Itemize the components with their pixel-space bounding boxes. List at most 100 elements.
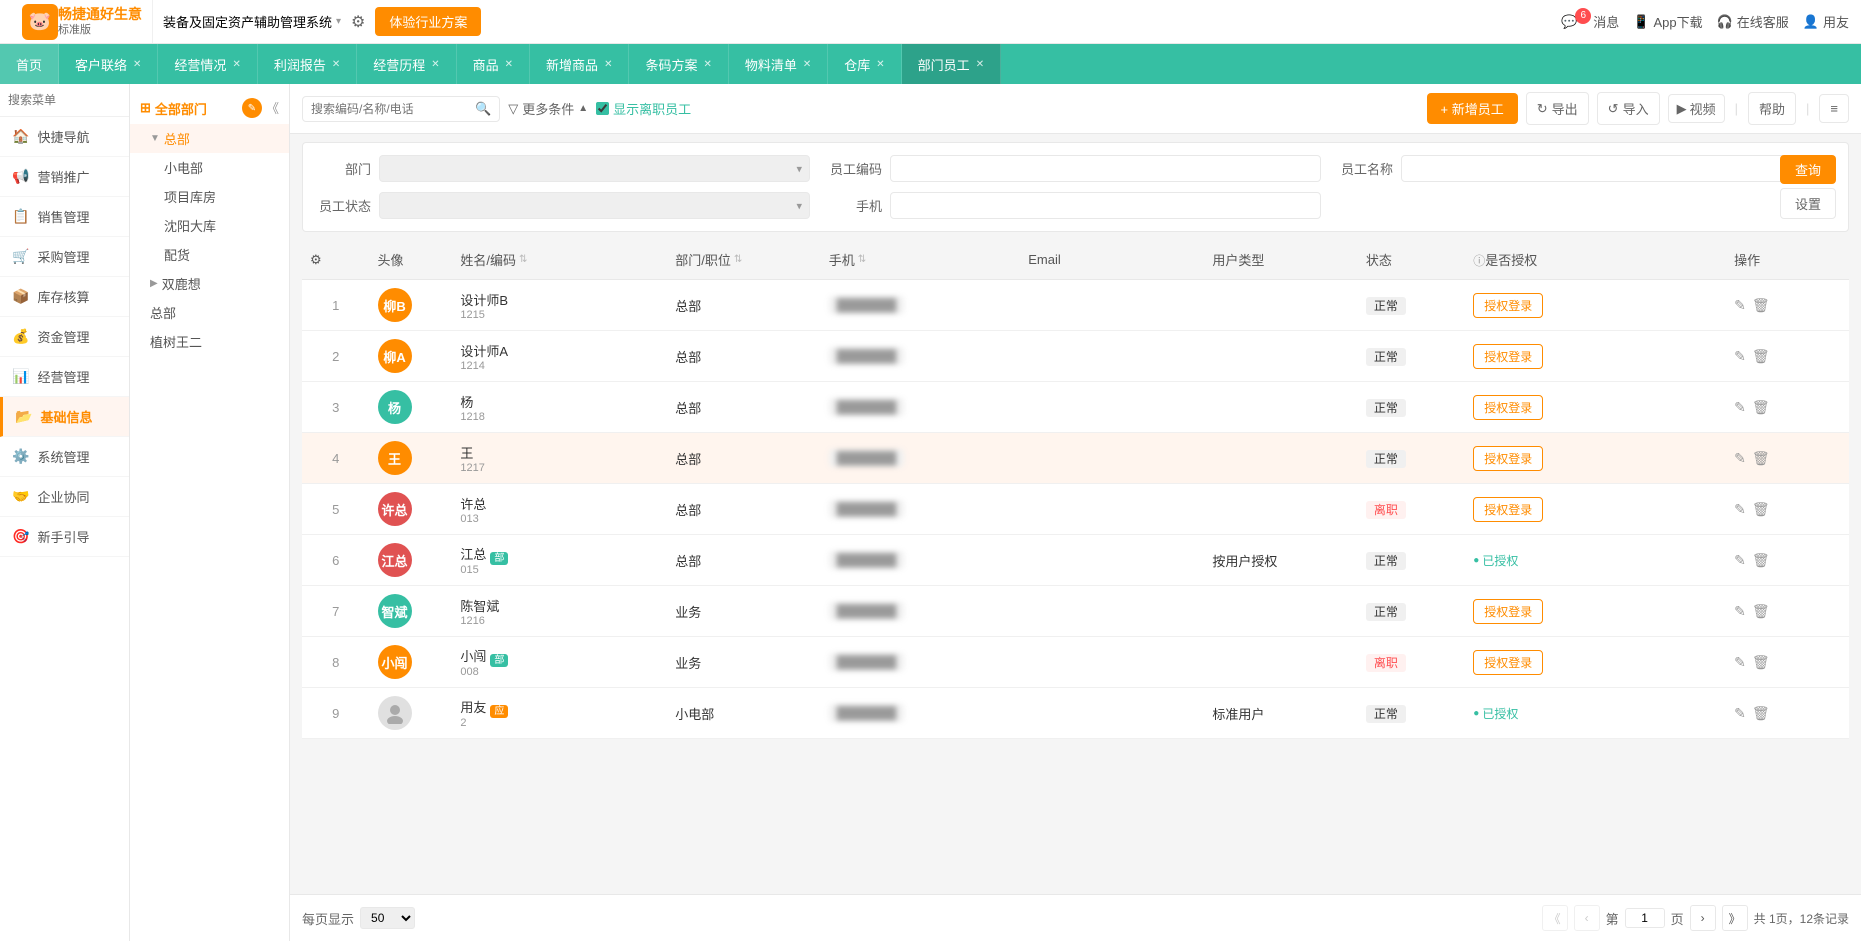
settings-icon[interactable]: ⚙ [351,12,365,32]
close-icon[interactable]: ✕ [431,59,439,70]
delete-button[interactable]: 🗑 [1752,348,1770,365]
sidebar-item-finance[interactable]: 💰 资金管理 [0,317,129,357]
dept-tree-item-shenyang[interactable]: 沈阳大库 [144,211,289,240]
show-resigned-checkbox[interactable]: 显示离职员工 [596,99,691,118]
phone-input[interactable] [890,192,1321,219]
edit-button[interactable]: ✎ [1734,501,1746,518]
delete-button[interactable]: 🗑 [1752,552,1770,569]
auth-login-button[interactable]: 授权登录 [1473,497,1543,522]
edit-columns-button[interactable]: ≡ [1819,94,1849,123]
export-button[interactable]: ↻ 导出 [1526,92,1589,125]
sidebar-item-collab[interactable]: 🤝 企业协同 [0,477,129,517]
search-icon[interactable]: 🔍 [475,101,491,117]
query-button[interactable]: 查询 [1780,155,1836,184]
last-page-button[interactable]: 》 [1722,905,1748,931]
close-icon[interactable]: ✕ [133,59,141,70]
dept-tree-item-shuanglu[interactable]: ▶ 双鹿想 [130,269,289,298]
nav-item-profit[interactable]: 利润报告 ✕ [258,44,357,84]
nav-item-dept-staff[interactable]: 部门员工 ✕ [902,44,1001,84]
next-page-button[interactable]: › [1690,905,1716,931]
show-resigned-check[interactable] [596,102,609,115]
dept-tree-item-delivery[interactable]: 配货 [144,240,289,269]
emp-name-input[interactable] [1401,155,1832,182]
more-filter-button[interactable]: ▽ 更多条件 ▲ [508,99,588,118]
dept-tree-item-headquarters[interactable]: ▼ 总部 [130,124,289,153]
sidebar-item-inventory[interactable]: 📦 库存核算 [0,277,129,317]
sidebar-item-marketing[interactable]: 📢 营销推广 [0,157,129,197]
auth-login-button[interactable]: 授权登录 [1473,599,1543,624]
th-phone[interactable]: 手机 ⇅ [821,240,1021,280]
close-icon[interactable]: ✕ [232,59,240,70]
dept-tree-item-zongbu[interactable]: 总部 [130,298,289,327]
emp-status-select[interactable] [379,192,810,219]
edit-button[interactable]: ✎ [1734,705,1746,722]
edit-button[interactable]: ✎ [1734,297,1746,314]
close-icon[interactable]: ✕ [703,59,711,70]
dept-tree-item-zhishu[interactable]: 植树王二 [130,327,289,356]
import-button[interactable]: ↺ 导入 [1597,92,1660,125]
message-button[interactable]: 💬 6 消息 [1561,12,1619,31]
nav-item-home[interactable]: 首页 [0,44,59,84]
nav-item-barcode[interactable]: 条码方案 ✕ [629,44,728,84]
view-button[interactable]: ▶ 视频 [1668,94,1725,123]
settings-col-icon[interactable]: ⚙ [310,252,322,267]
per-page-select[interactable]: 50 10 20 100 [360,907,415,929]
edit-button[interactable]: ✎ [1734,654,1746,671]
auth-login-button[interactable]: 授权登录 [1473,395,1543,420]
close-icon[interactable]: ✕ [332,59,340,70]
online-service-button[interactable]: 🎧 在线客服 [1717,12,1789,31]
sidebar-item-quick-nav[interactable]: 🏠 快捷导航 [0,117,129,157]
sidebar-item-basic-info[interactable]: 📂 基础信息 [0,397,129,437]
sidebar-item-system[interactable]: ⚙️ 系统管理 [0,437,129,477]
auth-login-button[interactable]: 授权登录 [1473,344,1543,369]
dept-tree-item-xiao-dian[interactable]: 小电部 [144,153,289,182]
close-icon[interactable]: ✕ [505,59,513,70]
delete-button[interactable]: 🗑 [1752,297,1770,314]
dept-select[interactable] [379,155,810,182]
reset-button[interactable]: 设置 [1780,188,1836,219]
nav-item-customer[interactable]: 客户联络 ✕ [59,44,158,84]
user-avatar[interactable]: 👤 用友 [1803,12,1849,31]
dept-tree-header-label[interactable]: ⊞ 全部部门 [140,99,207,118]
auth-login-button[interactable]: 授权登录 [1473,446,1543,471]
page-number-input[interactable] [1625,908,1665,928]
close-icon[interactable]: ✕ [803,59,811,70]
nav-item-history[interactable]: 经营历程 ✕ [357,44,456,84]
close-icon[interactable]: ✕ [976,59,984,70]
edit-button[interactable]: ✎ [1734,399,1746,416]
delete-button[interactable]: 🗑 [1752,654,1770,671]
add-employee-button[interactable]: + 新增员工 [1427,93,1518,124]
auth-login-button[interactable]: 授权登录 [1473,650,1543,675]
system-title-dropdown-icon[interactable]: ▾ [336,16,341,27]
close-icon[interactable]: ✕ [604,59,612,70]
nav-item-warehouse[interactable]: 仓库 ✕ [828,44,901,84]
prev-page-button[interactable]: ‹ [1574,905,1600,931]
sidebar-search-input[interactable] [8,93,130,107]
nav-item-goods[interactable]: 商品 ✕ [457,44,530,84]
delete-button[interactable]: 🗑 [1752,705,1770,722]
nav-item-add-goods[interactable]: 新增商品 ✕ [530,44,629,84]
help-button[interactable]: 帮助 [1748,92,1796,125]
th-dept[interactable]: 部门/职位 ⇅ [667,240,820,280]
dept-tree-edit-icon[interactable]: ✎ [242,98,262,118]
dept-tree-item-project[interactable]: 项目库房 [144,182,289,211]
edit-button[interactable]: ✎ [1734,552,1746,569]
sidebar-item-purchase[interactable]: 🛒 采购管理 [0,237,129,277]
delete-button[interactable]: 🗑 [1752,603,1770,620]
search-input[interactable] [311,102,471,116]
app-download-button[interactable]: 📱 App下载 [1633,12,1702,31]
delete-button[interactable]: 🗑 [1752,501,1770,518]
nav-item-operation[interactable]: 经营情况 ✕ [158,44,257,84]
auth-login-button[interactable]: 授权登录 [1473,293,1543,318]
close-icon[interactable]: ✕ [876,59,884,70]
delete-button[interactable]: 🗑 [1752,450,1770,467]
sidebar-item-sales[interactable]: 📋 销售管理 [0,197,129,237]
sidebar-item-mgmt[interactable]: 📊 经营管理 [0,357,129,397]
edit-button[interactable]: ✎ [1734,450,1746,467]
edit-button[interactable]: ✎ [1734,603,1746,620]
sidebar-item-guide[interactable]: 🎯 新手引导 [0,517,129,557]
edit-button[interactable]: ✎ [1734,348,1746,365]
delete-button[interactable]: 🗑 [1752,399,1770,416]
trial-button[interactable]: 体验行业方案 [375,7,481,36]
dept-tree-collapse-icon[interactable]: 《 [266,98,279,118]
